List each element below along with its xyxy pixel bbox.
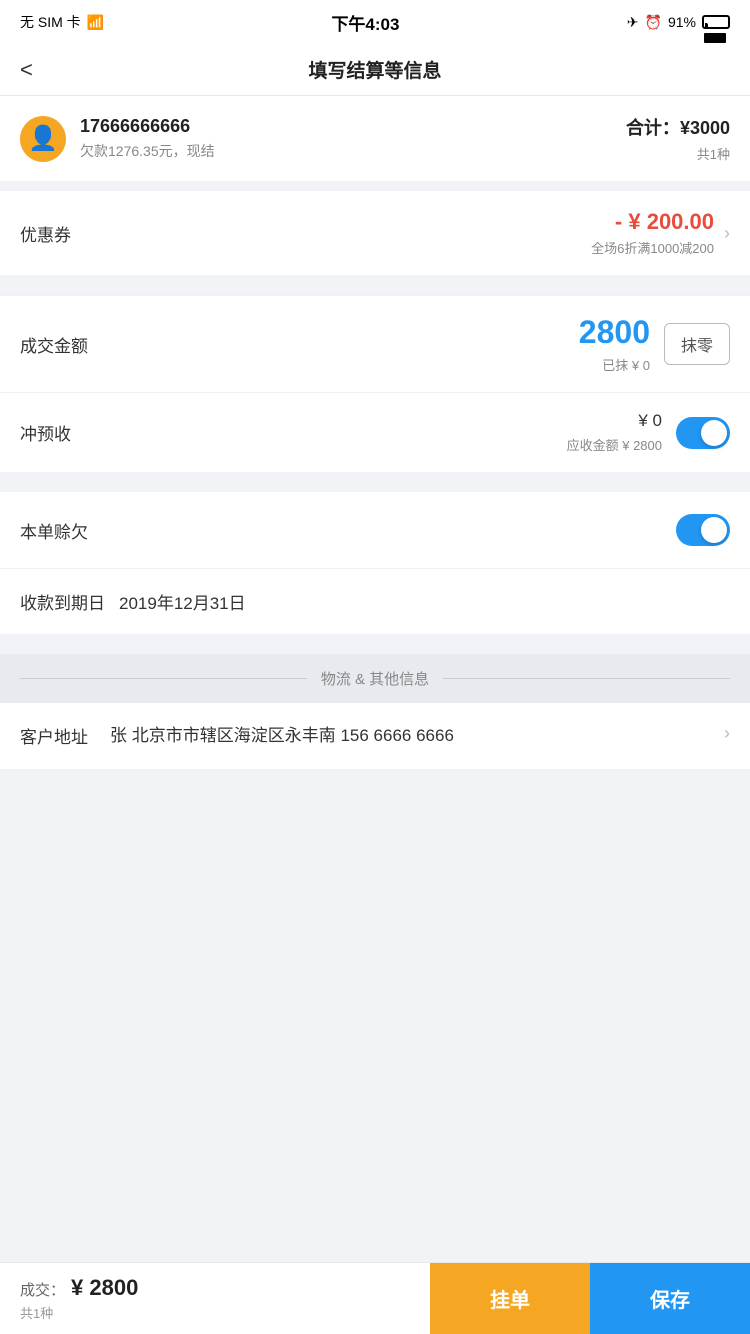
- logistics-text: 物流 & 其他信息: [321, 668, 429, 689]
- deal-value-group: 2800 已抹 ¥ 0: [579, 314, 650, 374]
- customer-card: 👤 17666666666 欠款1276.35元，现结 合计：¥3000 共1种: [0, 96, 750, 181]
- avatar-icon: 👤: [28, 124, 58, 153]
- bottom-amount: ¥ 2800: [71, 1275, 138, 1301]
- prereceive-amount: ¥ 0: [638, 411, 662, 431]
- wifi-icon: 📶: [87, 14, 104, 31]
- prereceive-toggle-thumb: [701, 420, 727, 446]
- prereceive-mid: ¥ 0 应收金额 ¥ 2800: [110, 411, 662, 454]
- debt-row: 本单赊欠: [0, 492, 750, 568]
- deal-row: 成交金额 2800 已抹 ¥ 0 抹零: [0, 295, 750, 392]
- debt-toggle[interactable]: [676, 514, 730, 546]
- section-divider-3: [0, 644, 750, 654]
- duedate-label: 收款到期日: [20, 589, 105, 614]
- bottom-sub: 共1种: [20, 1303, 410, 1322]
- round-off-button[interactable]: 抹零: [664, 323, 730, 365]
- address-label: 客户地址: [20, 723, 100, 748]
- address-card: 客户地址 张 北京市市辖区海淀区永丰南 156 6666 6666 ›: [0, 703, 750, 769]
- bottom-summary: 成交： ¥ 2800 共1种: [0, 1275, 430, 1322]
- duedate-row: 收款到期日 2019年12月31日: [0, 568, 750, 634]
- customer-total: 合计：¥3000 共1种: [626, 114, 730, 163]
- bottom-bar: 成交： ¥ 2800 共1种 挂单 保存: [0, 1262, 750, 1334]
- deal-card: 成交金额 2800 已抹 ¥ 0 抹零 冲预收 ¥ 0 应收金额 ¥ 2800: [0, 295, 750, 472]
- alarm-icon: ⏰: [645, 14, 662, 31]
- debt-card: 本单赊欠 收款到期日 2019年12月31日: [0, 492, 750, 634]
- nav-bar: < 填写结算等信息: [0, 44, 750, 96]
- status-left: 无 SIM 卡 📶: [20, 12, 104, 32]
- battery-icon: [702, 15, 730, 29]
- location-icon: ✈: [627, 14, 639, 31]
- bottom-summary-top: 成交： ¥ 2800: [20, 1275, 410, 1301]
- page-title: 填写结算等信息: [308, 56, 441, 83]
- deal-amount: 2800: [579, 314, 650, 351]
- coupon-arrow: ›: [724, 223, 730, 244]
- prereceive-sub: 应收金额 ¥ 2800: [567, 435, 662, 454]
- deal-right: 2800 已抹 ¥ 0 抹零: [110, 314, 730, 374]
- debt-label: 本单赊欠: [20, 518, 676, 543]
- duedate-value: 2019年12月31日: [119, 589, 246, 614]
- pending-button[interactable]: 挂单: [430, 1263, 590, 1334]
- debt-toggle-thumb: [701, 517, 727, 543]
- section-divider-2: [0, 482, 750, 492]
- total-value: ¥3000: [680, 118, 730, 138]
- prereceive-label: 冲预收: [20, 420, 110, 445]
- deal-sub: 已抹 ¥ 0: [602, 355, 650, 374]
- status-right: ✈ ⏰ 91%: [627, 14, 730, 31]
- status-bar: 无 SIM 卡 📶 下午4:03 ✈ ⏰ 91%: [0, 0, 750, 44]
- section-divider-1: [0, 285, 750, 295]
- status-time: 下午4:03: [331, 10, 399, 35]
- prereceive-toggle[interactable]: [676, 417, 730, 449]
- coupon-right: - ¥ 200.00 全场6折满1000减200: [71, 209, 714, 257]
- deal-label: 成交金额: [20, 332, 110, 357]
- logistics-line-left: [20, 678, 307, 679]
- customer-info: 17666666666 欠款1276.35元，现结: [80, 116, 626, 161]
- address-row[interactable]: 客户地址 张 北京市市辖区海淀区永丰南 156 6666 6666 ›: [0, 703, 750, 769]
- bottom-fill: [0, 779, 750, 919]
- coupon-card: 优惠券 - ¥ 200.00 全场6折满1000减200 ›: [0, 191, 750, 275]
- total-amount: 合计：¥3000: [626, 114, 730, 140]
- sim-status: 无 SIM 卡: [20, 12, 81, 32]
- address-arrow: ›: [724, 723, 730, 744]
- customer-phone: 17666666666: [80, 116, 626, 137]
- coupon-label: 优惠券: [20, 221, 71, 246]
- customer-sub: 欠款1276.35元，现结: [80, 141, 626, 161]
- logistics-line-right: [443, 678, 730, 679]
- save-button[interactable]: 保存: [590, 1263, 750, 1334]
- coupon-row[interactable]: 优惠券 - ¥ 200.00 全场6折满1000减200 ›: [0, 191, 750, 275]
- prereceive-row: 冲预收 ¥ 0 应收金额 ¥ 2800: [0, 392, 750, 472]
- battery-percent: 91%: [668, 14, 696, 30]
- back-button[interactable]: <: [20, 53, 41, 87]
- address-value: 张 北京市市辖区海淀区永丰南 156 6666 6666: [110, 723, 714, 749]
- avatar: 👤: [20, 116, 66, 162]
- bottom-label: 成交：: [20, 1279, 65, 1300]
- logistics-divider: 物流 & 其他信息: [0, 654, 750, 703]
- total-sub: 共1种: [626, 144, 730, 163]
- coupon-amount: - ¥ 200.00: [615, 209, 714, 235]
- total-label: 合计：: [626, 118, 680, 138]
- customer-row: 👤 17666666666 欠款1276.35元，现结 合计：¥3000 共1种: [0, 96, 750, 181]
- coupon-desc: 全场6折满1000减200: [591, 238, 714, 257]
